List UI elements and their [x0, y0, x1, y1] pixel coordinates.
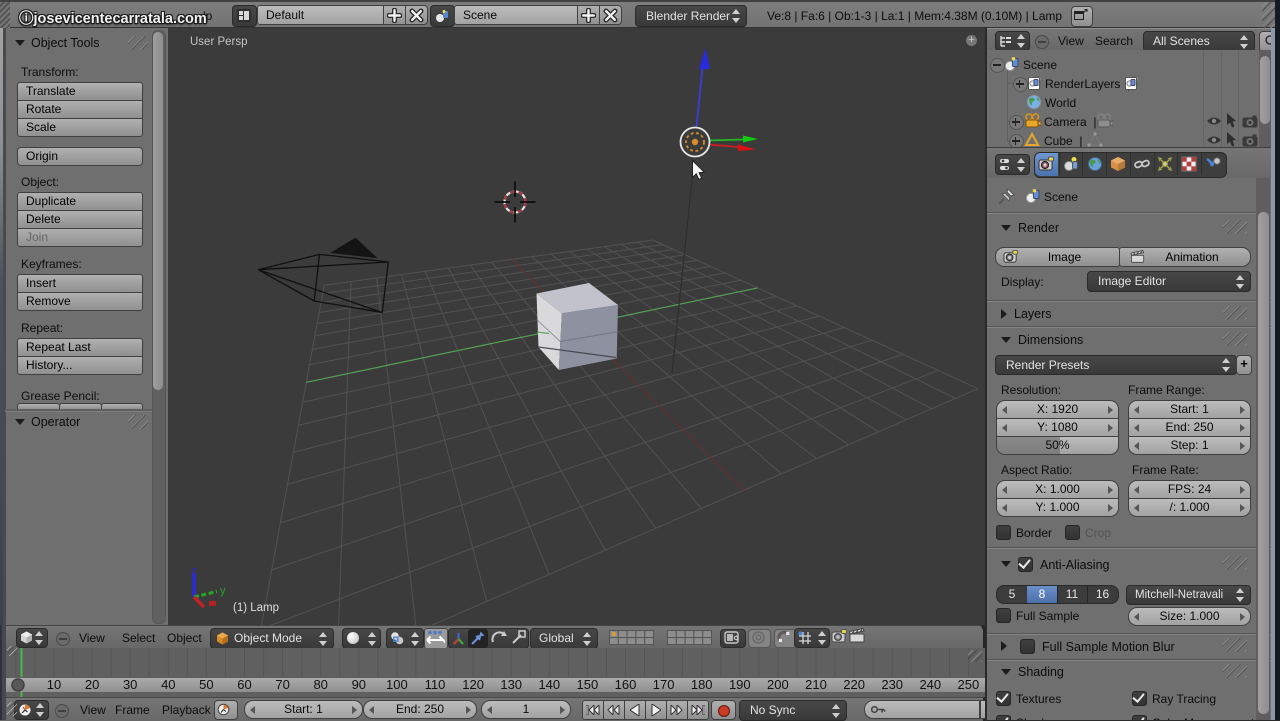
svg-text:160: 160	[615, 677, 637, 692]
svg-text:60: 60	[237, 677, 251, 692]
svg-text:140: 140	[538, 677, 560, 692]
svg-text:110: 110	[425, 677, 446, 692]
svg-text:y: y	[220, 585, 226, 597]
svg-text:250: 250	[958, 677, 980, 692]
svg-text:150: 150	[577, 677, 599, 692]
svg-text:210: 210	[805, 677, 827, 692]
svg-text:240: 240	[919, 677, 941, 692]
svg-text:230: 230	[881, 677, 903, 692]
svg-text:40: 40	[161, 677, 175, 692]
svg-text:130: 130	[500, 677, 522, 692]
svg-text:z: z	[191, 565, 197, 577]
svg-text:20: 20	[85, 677, 99, 692]
svg-text:180: 180	[691, 677, 713, 692]
svg-text:80: 80	[313, 677, 327, 692]
svg-text:30: 30	[123, 677, 137, 692]
svg-text:100: 100	[386, 677, 408, 692]
svg-text:90: 90	[352, 677, 366, 692]
svg-text:200: 200	[767, 677, 789, 692]
svg-text:170: 170	[653, 677, 675, 692]
svg-text:190: 190	[729, 677, 751, 692]
svg-text:50: 50	[199, 677, 213, 692]
svg-text:10: 10	[47, 677, 61, 692]
svg-text:120: 120	[462, 677, 484, 692]
svg-text:70: 70	[275, 677, 289, 692]
svg-text:220: 220	[843, 677, 865, 692]
